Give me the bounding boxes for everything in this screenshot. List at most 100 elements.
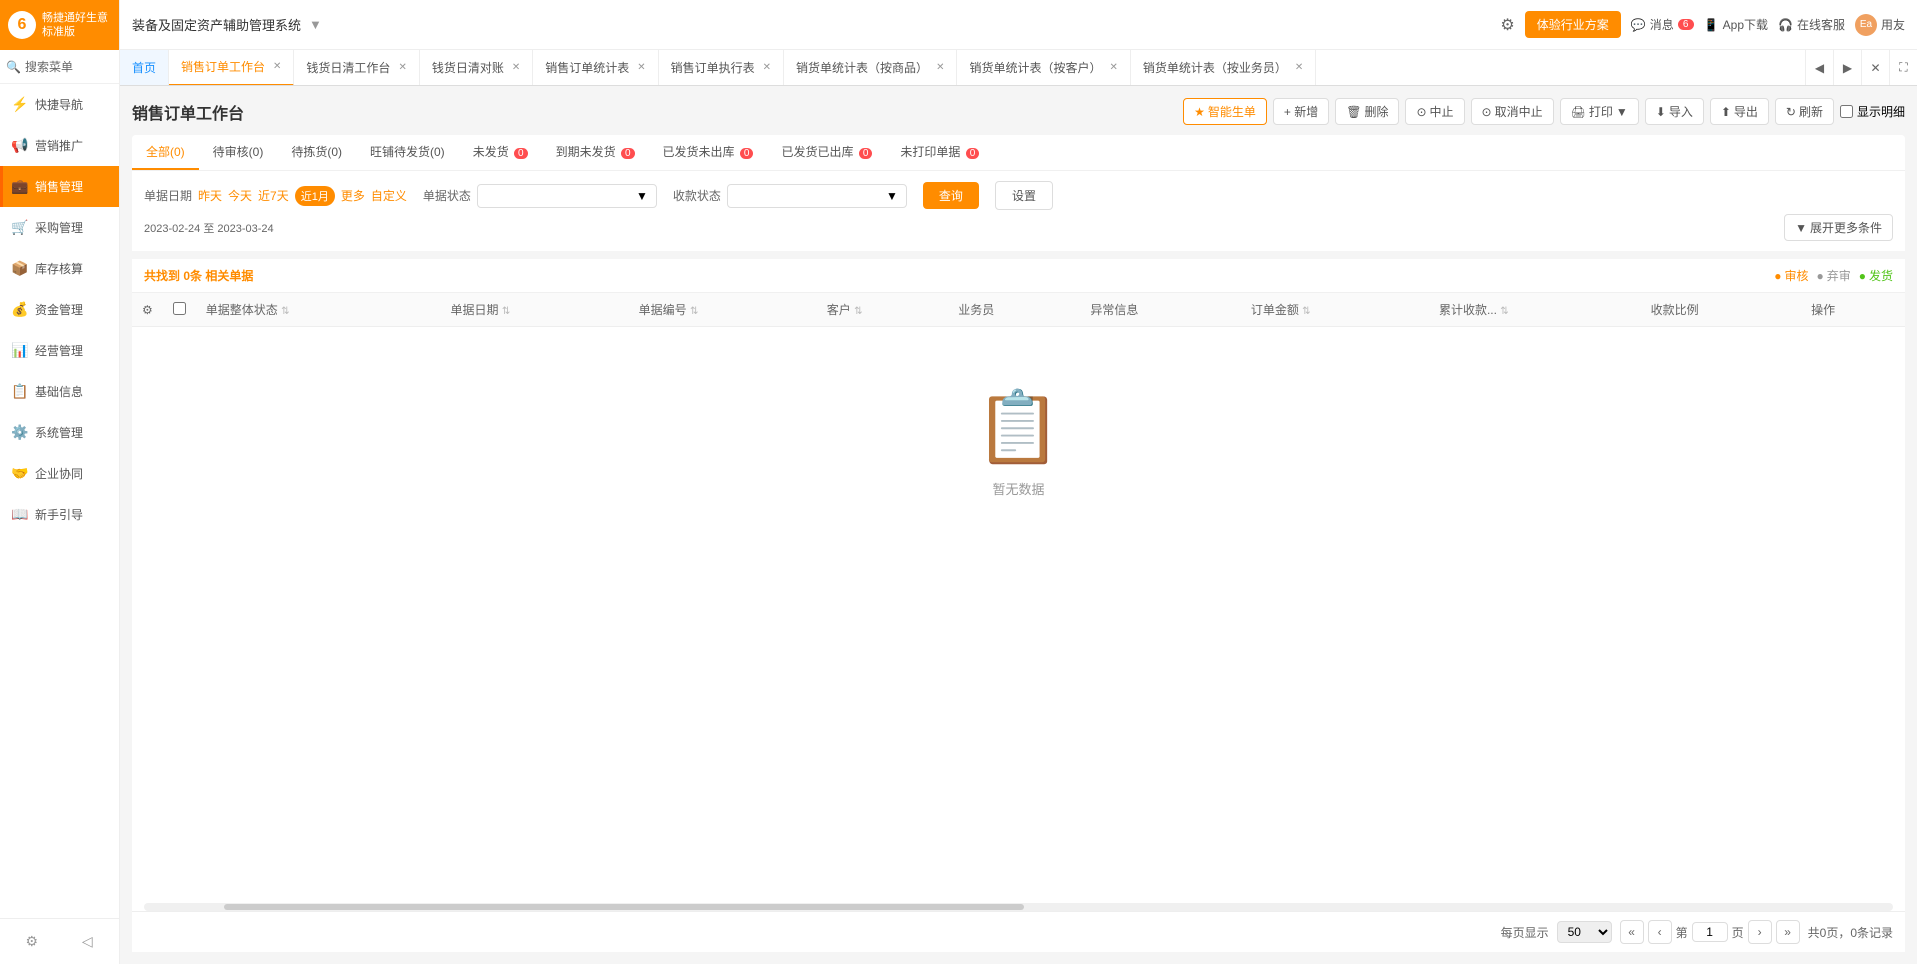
- show-detail-checkbox-label[interactable]: 显示明细: [1840, 103, 1905, 120]
- import-btn[interactable]: ⬇ 导入: [1645, 98, 1704, 125]
- smart-gen-btn[interactable]: ★ 智能生单: [1183, 98, 1267, 125]
- show-detail-checkbox[interactable]: [1840, 105, 1853, 118]
- expand-btn[interactable]: ▼ 展开更多条件: [1784, 214, 1893, 241]
- send-btn[interactable]: ● 发货: [1859, 267, 1893, 284]
- col-settings[interactable]: ⚙: [132, 293, 163, 327]
- filter-tab-not-shipped[interactable]: 未发货 0: [459, 135, 542, 170]
- tab-summary-product[interactable]: 销货单统计表（按商品） ✕: [784, 50, 957, 86]
- sidebar-settings-btn[interactable]: ⚙: [8, 927, 56, 956]
- sidebar-collapse-btn[interactable]: ◁: [64, 927, 112, 956]
- filter-tab-shipped-not-out[interactable]: 已发货未出库 0: [649, 135, 768, 170]
- export-btn[interactable]: ⬆ 导出: [1710, 98, 1769, 125]
- date-filter-label: 单据日期: [144, 187, 192, 204]
- tab-next-btn[interactable]: ▶: [1833, 50, 1861, 86]
- online-service-action[interactable]: 🎧 在线客服: [1778, 16, 1845, 33]
- tab-close-all-btn[interactable]: ✕: [1861, 50, 1889, 86]
- sidebar-item-sales[interactable]: 💼 销售管理: [0, 166, 119, 207]
- sidebar-item-system[interactable]: ⚙️ 系统管理: [0, 412, 119, 453]
- tab-sales-stat[interactable]: 销售订单统计表 ✕: [533, 50, 658, 86]
- sales-icon: 💼: [11, 178, 29, 195]
- page-next-btn[interactable]: ›: [1748, 920, 1772, 944]
- filter-tab-pending-check[interactable]: 待拣货(0): [277, 135, 356, 170]
- tab-prev-btn[interactable]: ◀: [1805, 50, 1833, 86]
- sidebar-item-finance[interactable]: 💰 资金管理: [0, 289, 119, 330]
- sort-doc-date-icon[interactable]: ⇅: [502, 306, 510, 317]
- filter-tab-not-printed[interactable]: 未打印单据 0: [886, 135, 993, 170]
- tab-sales-exec-close[interactable]: ✕: [763, 62, 771, 73]
- page-input[interactable]: [1692, 922, 1728, 942]
- tab-sales-order[interactable]: 销售订单工作台 ✕: [169, 50, 294, 86]
- sidebar-search[interactable]: 🔍 搜索菜单: [0, 50, 119, 84]
- tab-maximize-btn[interactable]: ⛶: [1889, 50, 1917, 86]
- industry-btn[interactable]: 体验行业方案: [1525, 11, 1621, 38]
- phone-icon: 📱: [1704, 18, 1719, 32]
- filter-tab-shipped-out[interactable]: 已发货已出库 0: [767, 135, 886, 170]
- sidebar-item-guide[interactable]: 📖 新手引导: [0, 494, 119, 535]
- scrollbar-thumb[interactable]: [224, 904, 1024, 910]
- date-custom[interactable]: 自定义: [371, 187, 407, 204]
- tab-sales-stat-close[interactable]: ✕: [637, 62, 645, 73]
- page-prev-btn[interactable]: ‹: [1648, 920, 1672, 944]
- tab-summary-product-close[interactable]: ✕: [936, 62, 944, 73]
- sidebar-item-quick-nav[interactable]: ⚡ 快捷导航: [0, 84, 119, 125]
- filter-tab-overdue[interactable]: 到期未发货 0: [542, 135, 649, 170]
- tab-cash-daily[interactable]: 钱货日清工作台 ✕: [294, 50, 419, 86]
- sidebar-item-baseinfo[interactable]: 📋 基础信息: [0, 371, 119, 412]
- sort-customer-icon[interactable]: ⇅: [854, 306, 862, 317]
- baseinfo-icon: 📋: [11, 383, 29, 400]
- filter-tab-all[interactable]: 全部(0): [132, 135, 199, 170]
- audit-btn[interactable]: ● 审核: [1774, 267, 1808, 284]
- sort-doc-status-icon[interactable]: ⇅: [281, 306, 289, 317]
- expand-section: ▼ 展开更多条件: [1784, 214, 1893, 241]
- message-action[interactable]: 💬 消息 6: [1631, 16, 1694, 33]
- tab-summary-staff[interactable]: 销货单统计表（按业务员） ✕: [1131, 50, 1316, 86]
- filter-tab-pending-review[interactable]: 待审核(0): [199, 135, 278, 170]
- app-download-action[interactable]: 📱 App下载: [1704, 16, 1768, 33]
- refresh-btn[interactable]: ↻ 刷新: [1775, 98, 1834, 125]
- sidebar-item-purchase[interactable]: 🛒 采购管理: [0, 207, 119, 248]
- sort-order-amount-icon[interactable]: ⇅: [1302, 306, 1310, 317]
- date-today[interactable]: 今天: [228, 187, 252, 204]
- tab-summary-customer-close[interactable]: ✕: [1109, 62, 1117, 73]
- print-btn[interactable]: 🖨 打印 ▼: [1560, 98, 1639, 125]
- horizontal-scrollbar[interactable]: [144, 903, 1893, 911]
- payment-select[interactable]: ▼: [727, 184, 907, 208]
- filter-tab-wangpu[interactable]: 旺铺待发货(0): [356, 135, 459, 170]
- suspend-btn[interactable]: ⊙ 中止: [1405, 98, 1464, 125]
- date-yesterday[interactable]: 昨天: [198, 187, 222, 204]
- tab-cash-reconcile[interactable]: 钱货日清对账 ✕: [420, 50, 533, 86]
- tab-sales-order-close[interactable]: ✕: [273, 61, 281, 72]
- tab-cash-daily-close[interactable]: ✕: [398, 62, 406, 73]
- sort-doc-no-icon[interactable]: ⇅: [690, 306, 698, 317]
- sidebar-item-enterprise[interactable]: 🤝 企业协同: [0, 453, 119, 494]
- date-7days[interactable]: 近7天: [258, 187, 289, 204]
- date-more[interactable]: 更多: [341, 187, 365, 204]
- tab-summary-staff-close[interactable]: ✕: [1295, 62, 1303, 73]
- tab-sales-exec[interactable]: 销售订单执行表 ✕: [659, 50, 784, 86]
- cancel-audit-btn[interactable]: ● 弃审: [1816, 267, 1850, 284]
- header-settings-icon[interactable]: ⚙: [1500, 15, 1514, 35]
- query-btn[interactable]: 查询: [923, 182, 979, 209]
- sidebar-item-inventory[interactable]: 📦 库存核算: [0, 248, 119, 289]
- sort-total-received-icon[interactable]: ⇅: [1500, 306, 1508, 317]
- dropdown-icon[interactable]: ▼: [309, 17, 322, 32]
- page-first-btn[interactable]: «: [1620, 920, 1644, 944]
- page-last-btn[interactable]: »: [1776, 920, 1800, 944]
- col-doc-status: 单据整体状态 ⇅: [196, 293, 441, 327]
- date-1month[interactable]: 近1月: [295, 186, 335, 206]
- page-size-select[interactable]: 50 10 20 100: [1557, 921, 1612, 943]
- sidebar-item-operation[interactable]: 📊 经营管理: [0, 330, 119, 371]
- set-btn[interactable]: 设置: [995, 181, 1053, 210]
- add-btn[interactable]: + 新增: [1273, 98, 1329, 125]
- delete-btn[interactable]: 🗑 删除: [1335, 98, 1399, 125]
- tab-home[interactable]: 首页: [120, 50, 169, 86]
- cancel-suspend-btn[interactable]: ⊙ 取消中止: [1471, 98, 1554, 125]
- user-action[interactable]: Ea 用友: [1855, 14, 1905, 36]
- sidebar-item-marketing[interactable]: 📢 营销推广: [0, 125, 119, 166]
- page-size-label: 每页显示: [1501, 924, 1549, 941]
- tab-cash-reconcile-close[interactable]: ✕: [512, 62, 520, 73]
- col-checkbox[interactable]: [163, 293, 196, 327]
- select-all-checkbox[interactable]: [173, 302, 186, 315]
- tab-summary-customer[interactable]: 销货单统计表（按客户） ✕: [957, 50, 1130, 86]
- status-select[interactable]: ▼: [477, 184, 657, 208]
